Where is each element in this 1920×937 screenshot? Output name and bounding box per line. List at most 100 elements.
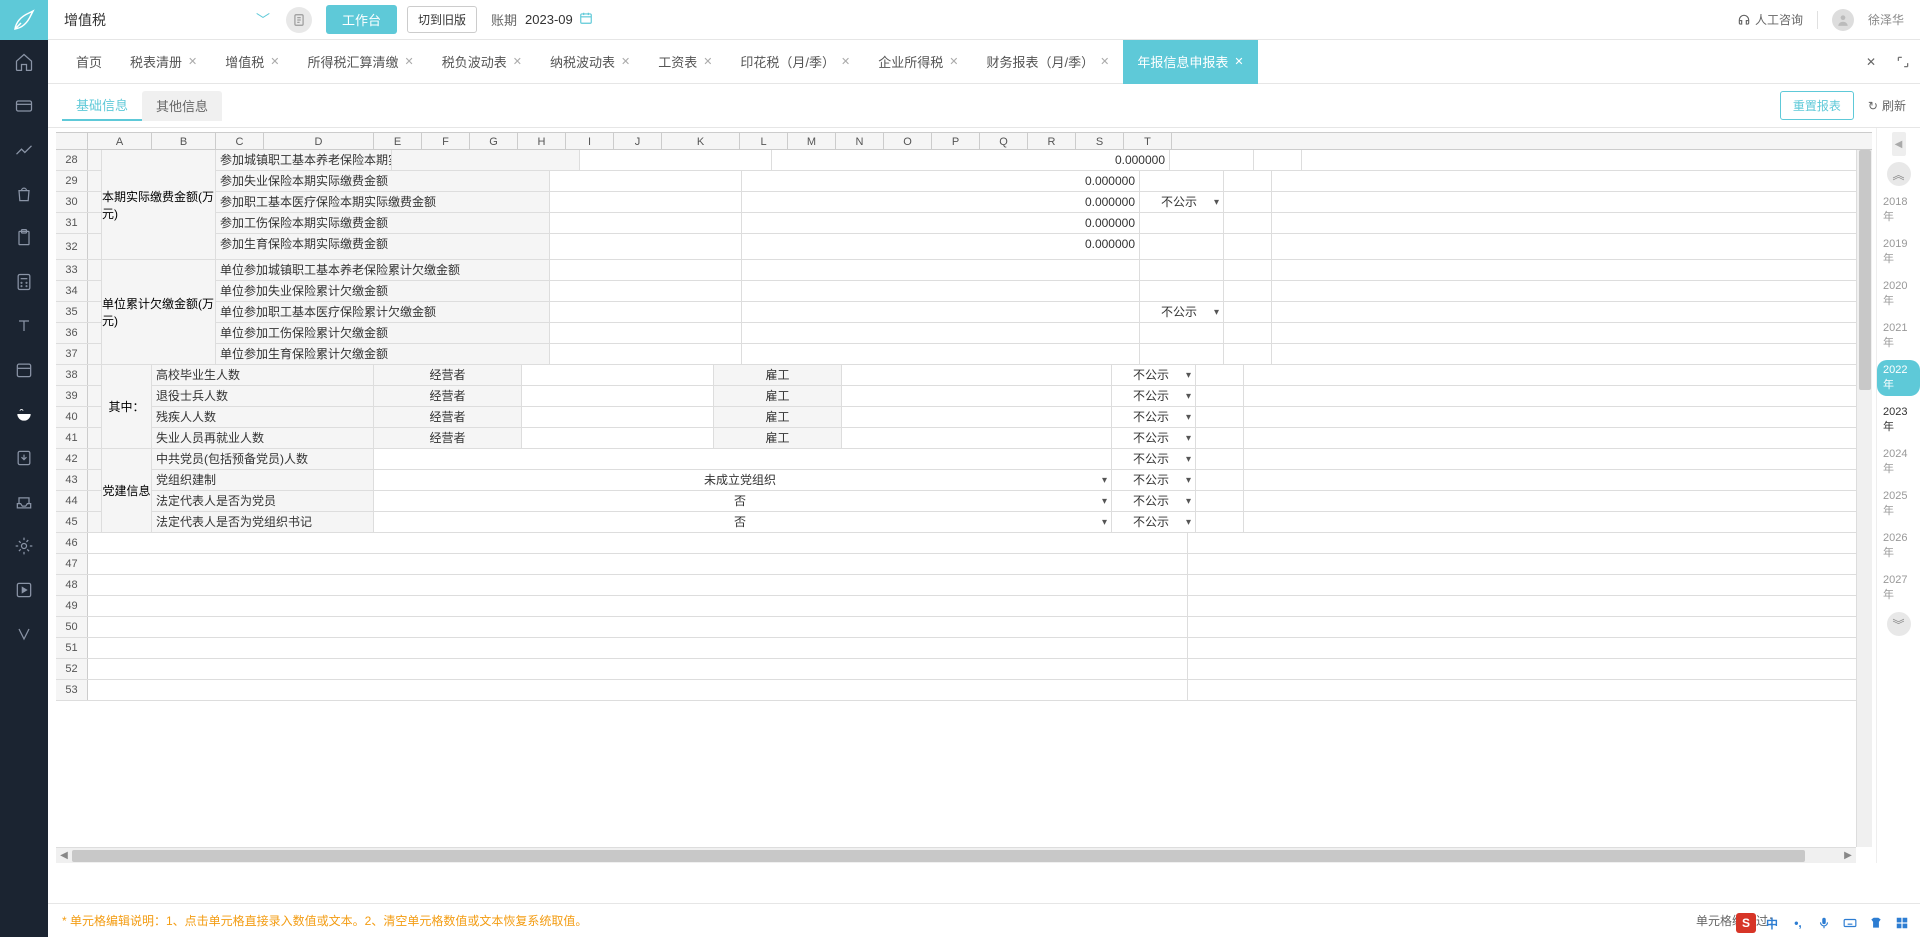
sidebar-play-icon[interactable] <box>12 578 36 602</box>
row-header[interactable]: 47 <box>56 554 88 574</box>
cell[interactable] <box>842 407 1112 427</box>
tab-income-settlement[interactable]: 所得税汇算清缴✕ <box>293 40 427 84</box>
empty-cell[interactable] <box>88 680 1188 700</box>
cell[interactable] <box>522 428 714 448</box>
label-cell[interactable]: 单位参加失业保险累计欠缴金额 <box>216 281 550 301</box>
cell[interactable] <box>1224 171 1272 191</box>
tab-tax-payment[interactable]: 纳税波动表✕ <box>536 40 644 84</box>
operator-cell[interactable]: 经营者 <box>374 386 522 406</box>
col-header[interactable]: N <box>836 133 884 149</box>
value-dropdown[interactable]: 否 <box>374 491 1112 511</box>
sidebar-chart-icon[interactable] <box>12 138 36 162</box>
employee-cell[interactable]: 雇工 <box>714 428 842 448</box>
label-cell[interactable]: 法定代表人是否为党员 <box>152 491 374 511</box>
value-dropdown[interactable]: 否 <box>374 512 1112 532</box>
cell[interactable] <box>374 449 1112 469</box>
sidebar-settings-icon[interactable] <box>12 534 36 558</box>
row-header[interactable]: 34 <box>56 281 88 301</box>
username[interactable]: 徐泽华 <box>1868 11 1904 28</box>
cell[interactable] <box>1140 171 1224 191</box>
cell[interactable] <box>1196 470 1244 490</box>
label-cell[interactable]: 单位参加城镇职工基本养老保险累计欠缴金额 <box>216 260 550 280</box>
close-icon[interactable]: ✕ <box>703 55 712 68</box>
label-cell[interactable]: 高校毕业生人数 <box>152 365 374 385</box>
sidebar-bag-icon[interactable] <box>12 182 36 206</box>
label-cell[interactable]: 单位参加职工基本医疗保险累计欠缴金额 <box>216 302 550 322</box>
value-cell[interactable]: 0.000000 <box>742 234 1140 259</box>
label-cell[interactable]: 参加城镇职工基本养老保险本期实际缴费金额 <box>216 150 392 170</box>
ime-mic-icon[interactable] <box>1814 913 1834 933</box>
cell[interactable] <box>550 213 742 233</box>
display-dropdown[interactable]: 不公示 <box>1112 386 1196 406</box>
ime-toolbox-icon[interactable] <box>1892 913 1912 933</box>
sidebar-card-icon[interactable] <box>12 94 36 118</box>
empty-cell[interactable] <box>88 533 1188 553</box>
col-header[interactable]: E <box>374 133 422 149</box>
tab-corp-income[interactable]: 企业所得税✕ <box>864 40 972 84</box>
tab-tax-list[interactable]: 税表清册✕ <box>116 40 211 84</box>
cell[interactable] <box>742 260 1140 280</box>
tab-tax-burden[interactable]: 税负波动表✕ <box>428 40 536 84</box>
employee-cell[interactable]: 雇工 <box>714 386 842 406</box>
employee-cell[interactable]: 雇工 <box>714 365 842 385</box>
horizontal-scrollbar[interactable]: ◀ ▶ <box>56 847 1856 863</box>
cell[interactable] <box>1196 407 1244 427</box>
row-header[interactable]: 32 <box>56 234 88 259</box>
sidebar-bowl-icon[interactable] <box>12 402 36 426</box>
close-icon[interactable]: ✕ <box>188 55 197 68</box>
empty-cell[interactable] <box>88 554 1188 574</box>
label-cell[interactable]: 退役士兵人数 <box>152 386 374 406</box>
tab-financial-report[interactable]: 财务报表（月/季）✕ <box>973 40 1124 84</box>
col-header[interactable]: S <box>1076 133 1124 149</box>
year-option[interactable]: 2019年 <box>1877 234 1920 270</box>
display-dropdown[interactable]: 不公示 <box>1112 365 1196 385</box>
year-option[interactable]: 2018年 <box>1877 192 1920 228</box>
cell[interactable] <box>1224 281 1272 301</box>
cell[interactable] <box>550 260 742 280</box>
cell[interactable] <box>1140 281 1224 301</box>
display-dropdown[interactable]: 不公示 <box>1112 491 1196 511</box>
display-dropdown[interactable]: 不公示 <box>1140 192 1224 212</box>
empty-cell[interactable] <box>88 659 1188 679</box>
refresh-link[interactable]: ↻ 刷新 <box>1868 97 1906 114</box>
col-header[interactable]: M <box>788 133 836 149</box>
display-dropdown[interactable]: 不公示 <box>1112 428 1196 448</box>
cell[interactable] <box>550 281 742 301</box>
col-header[interactable]: L <box>740 133 788 149</box>
label-cell[interactable]: 法定代表人是否为党组织书记 <box>152 512 374 532</box>
col-header[interactable]: K <box>662 133 740 149</box>
period-value[interactable]: 2023-09 <box>525 12 573 27</box>
workbench-button[interactable]: 工作台 <box>326 5 397 34</box>
calendar-icon[interactable] <box>579 11 593 28</box>
consult-link[interactable]: 人工咨询 <box>1737 11 1803 28</box>
value-dropdown[interactable]: 未成立党组织 <box>374 470 1112 490</box>
year-down-icon[interactable]: ︾ <box>1887 612 1911 636</box>
cell[interactable] <box>742 281 1140 301</box>
close-icon[interactable]: ✕ <box>949 55 958 68</box>
cell[interactable] <box>1196 386 1244 406</box>
tab-stamp-tax[interactable]: 印花税（月/季）✕ <box>726 40 864 84</box>
col-header[interactable]: Q <box>980 133 1028 149</box>
cell[interactable] <box>1224 344 1272 364</box>
cell[interactable] <box>1196 512 1244 532</box>
empty-cell[interactable] <box>88 617 1188 637</box>
cell[interactable] <box>1224 234 1272 259</box>
scroll-left-icon[interactable]: ◀ <box>56 850 72 861</box>
row-header[interactable]: 33 <box>56 260 88 280</box>
scroll-right-icon[interactable]: ▶ <box>1840 850 1856 861</box>
cell[interactable] <box>1140 213 1224 233</box>
year-option[interactable]: 2022年 <box>1877 360 1920 396</box>
cell[interactable] <box>1224 302 1272 322</box>
row-header[interactable]: 51 <box>56 638 88 658</box>
label-cell[interactable]: 单位参加生育保险累计欠缴金额 <box>216 344 550 364</box>
row-header[interactable]: 29 <box>56 171 88 191</box>
ime-zhong-icon[interactable]: 中 <box>1762 913 1782 933</box>
display-cell[interactable] <box>1170 150 1254 170</box>
cell[interactable] <box>1254 150 1302 170</box>
cell[interactable] <box>392 150 580 170</box>
logo[interactable] <box>0 0 48 40</box>
sidebar-calc-icon[interactable] <box>12 270 36 294</box>
row-header[interactable]: 40 <box>56 407 88 427</box>
sidebar-calendar-icon[interactable] <box>12 358 36 382</box>
col-header[interactable]: F <box>422 133 470 149</box>
